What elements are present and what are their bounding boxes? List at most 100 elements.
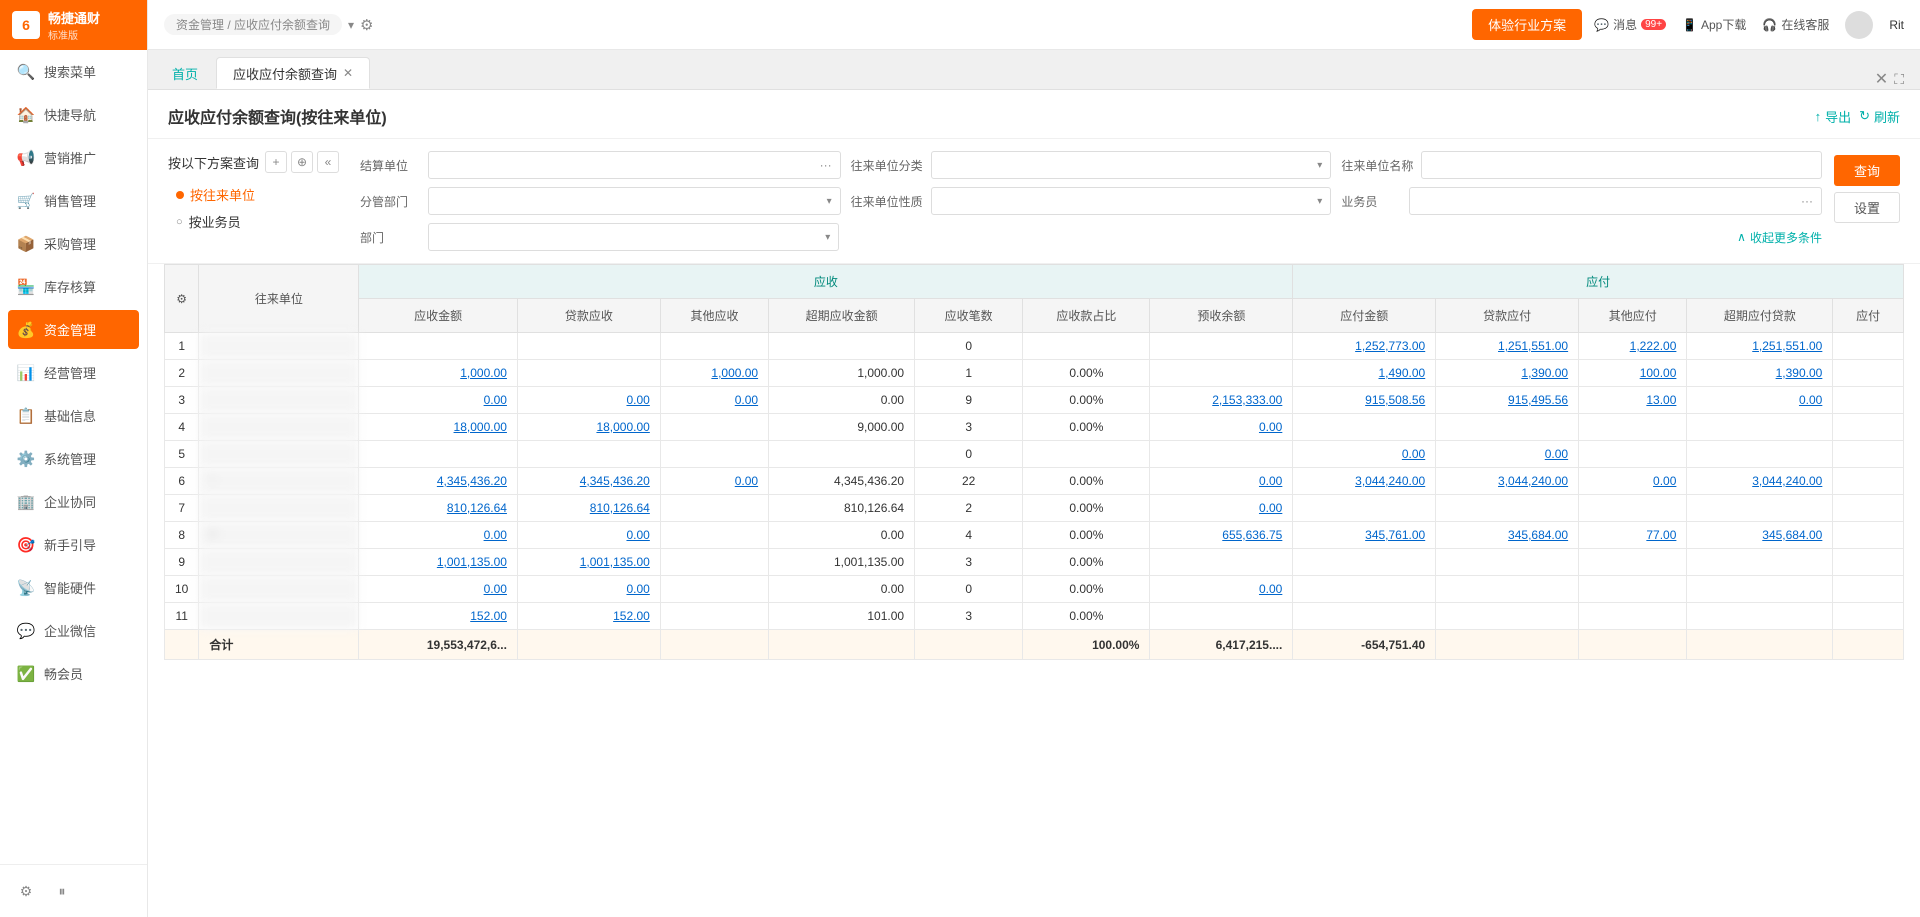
table-cell[interactable]: 0.00 bbox=[517, 576, 660, 603]
online-service-action[interactable]: 🎧 在线客服 bbox=[1762, 16, 1829, 33]
unit-category-input[interactable]: ▾ bbox=[931, 151, 1332, 179]
table-cell[interactable]: 18,000.00 bbox=[359, 414, 518, 441]
table-cell[interactable]: 4,345,436.20 bbox=[359, 468, 518, 495]
unit-name-input[interactable] bbox=[1421, 151, 1822, 179]
sidebar-item-finance[interactable]: 💰 资金管理 bbox=[8, 310, 139, 349]
trial-btn[interactable]: 体验行业方案 bbox=[1472, 9, 1582, 40]
table-cell[interactable]: 1,000.00 bbox=[359, 360, 518, 387]
sidebar-item-beginner[interactable]: 🎯 新手引导 bbox=[0, 523, 147, 566]
table-cell[interactable]: 1,390.00 bbox=[1687, 360, 1833, 387]
sidebar-item-system[interactable]: ⚙️ 系统管理 bbox=[0, 437, 147, 480]
notification-action[interactable]: 💬 消息 99+ bbox=[1594, 16, 1666, 33]
setting-btn[interactable]: 设置 bbox=[1834, 192, 1900, 223]
table-cell[interactable]: 810,126.64 bbox=[359, 495, 518, 522]
table-cell[interactable]: 0.00 bbox=[1579, 468, 1687, 495]
query-btn[interactable]: 查询 bbox=[1834, 155, 1900, 186]
table-cell[interactable]: 3,044,240.00 bbox=[1436, 468, 1579, 495]
table-cell[interactable]: 1,252,773.00 bbox=[1293, 333, 1436, 360]
table-cell[interactable]: 810,126.64 bbox=[517, 495, 660, 522]
sidebar-item-inventory[interactable]: 🏪 库存核算 bbox=[0, 265, 147, 308]
table-cell[interactable]: 2,153,333.00 bbox=[1150, 387, 1293, 414]
th-settings[interactable]: ⚙ bbox=[165, 265, 199, 333]
settlement-unit-input[interactable]: ··· bbox=[428, 151, 841, 179]
table-cell[interactable]: 345,684.00 bbox=[1687, 522, 1833, 549]
collapse-more-btn[interactable]: ∧ 收起更多条件 bbox=[1737, 229, 1822, 246]
table-cell[interactable]: 0.00 bbox=[660, 387, 768, 414]
settings-gear-icon[interactable]: ⚙ bbox=[360, 16, 373, 34]
tab-home[interactable]: 首页 bbox=[156, 57, 214, 89]
table-cell[interactable]: 0.00 bbox=[359, 522, 518, 549]
sidebar-item-smart-hw[interactable]: 📡 智能硬件 bbox=[0, 566, 147, 609]
unit-nature-input[interactable]: ▾ bbox=[931, 187, 1332, 215]
table-cell[interactable]: 77.00 bbox=[1579, 522, 1687, 549]
table-cell[interactable]: 915,495.56 bbox=[1436, 387, 1579, 414]
table-cell[interactable]: 0.00 bbox=[359, 387, 518, 414]
table-cell: 0.00% bbox=[1023, 549, 1150, 576]
table-cell[interactable]: 1,001,135.00 bbox=[517, 549, 660, 576]
sidebar-item-sales[interactable]: 🛒 销售管理 bbox=[0, 179, 147, 222]
filter-settings-btn[interactable]: ⊕ bbox=[291, 151, 313, 173]
table-cell[interactable]: 1,490.00 bbox=[1293, 360, 1436, 387]
filter-collapse-btn[interactable]: « bbox=[317, 151, 339, 173]
table-cell[interactable]: 1,251,551.00 bbox=[1436, 333, 1579, 360]
app-download-action[interactable]: 📱 App下载 bbox=[1682, 16, 1746, 33]
tab-balance-query[interactable]: 应收应付余额查询 ✕ bbox=[216, 57, 370, 89]
sidebar-collapse-btn[interactable]: ⏸ bbox=[48, 877, 76, 905]
sidebar-item-search-menu[interactable]: 🔍 搜索菜单 bbox=[0, 50, 147, 93]
table-cell[interactable]: 1,390.00 bbox=[1436, 360, 1579, 387]
sidebar-item-label: 经营管理 bbox=[44, 363, 96, 382]
filter-by-salesman[interactable]: ○ 按业务员 bbox=[168, 208, 348, 235]
table-cell[interactable]: 152.00 bbox=[517, 603, 660, 630]
tab-close-window-icon[interactable]: ✕ bbox=[1875, 69, 1888, 89]
table-cell[interactable]: 0.00 bbox=[660, 468, 768, 495]
table-cell[interactable]: 1,222.00 bbox=[1579, 333, 1687, 360]
dept-input[interactable]: ▾ bbox=[428, 223, 839, 251]
sidebar-item-quick-nav[interactable]: 🏠 快捷导航 bbox=[0, 93, 147, 136]
filter-by-unit[interactable]: 按往来单位 bbox=[168, 181, 348, 208]
salesman-input[interactable]: ··· bbox=[1409, 187, 1822, 215]
table-cell[interactable]: 18,000.00 bbox=[517, 414, 660, 441]
table-cell[interactable]: 0.00 bbox=[1436, 441, 1579, 468]
export-btn[interactable]: ↑ 导出 bbox=[1815, 107, 1852, 126]
table-cell[interactable]: 345,684.00 bbox=[1436, 522, 1579, 549]
sidebar-item-member[interactable]: ✅ 畅会员 bbox=[0, 652, 147, 695]
table-cell[interactable]: 13.00 bbox=[1579, 387, 1687, 414]
table-cell[interactable]: 3,044,240.00 bbox=[1687, 468, 1833, 495]
table-cell[interactable]: 100.00 bbox=[1579, 360, 1687, 387]
table-cell[interactable]: 152.00 bbox=[359, 603, 518, 630]
sidebar-item-basic-info[interactable]: 📋 基础信息 bbox=[0, 394, 147, 437]
table-cell[interactable]: 0.00 bbox=[1687, 387, 1833, 414]
table-cell[interactable]: 0.00 bbox=[1150, 576, 1293, 603]
footer-ratio: 100.00% bbox=[1023, 630, 1150, 660]
sidebar-item-marketing[interactable]: 📢 营销推广 bbox=[0, 136, 147, 179]
table-cell[interactable]: 0.00 bbox=[1293, 441, 1436, 468]
breadcrumb-chevron-icon[interactable]: ▾ bbox=[348, 18, 354, 32]
table-settings-icon[interactable]: ⚙ bbox=[176, 292, 187, 306]
table-cell[interactable]: 1,251,551.00 bbox=[1687, 333, 1833, 360]
table-cell[interactable]: 0.00 bbox=[359, 576, 518, 603]
table-cell[interactable]: 0.00 bbox=[517, 387, 660, 414]
sidebar-item-wechat[interactable]: 💬 企业微信 bbox=[0, 609, 147, 652]
table-cell[interactable]: 915,508.56 bbox=[1293, 387, 1436, 414]
tab-close-icon[interactable]: ✕ bbox=[343, 66, 353, 80]
sidebar-item-label: 基础信息 bbox=[44, 406, 96, 425]
table-cell[interactable]: 1,000.00 bbox=[660, 360, 768, 387]
table-cell[interactable]: 655,636.75 bbox=[1150, 522, 1293, 549]
sidebar-item-purchase[interactable]: 📦 采购管理 bbox=[0, 222, 147, 265]
sidebar-item-enterprise[interactable]: 🏢 企业协同 bbox=[0, 480, 147, 523]
dept-manager-input[interactable]: ▾ bbox=[428, 187, 841, 215]
tab-fullscreen-icon[interactable]: ⛶ bbox=[1894, 71, 1904, 88]
table-cell[interactable]: 3,044,240.00 bbox=[1293, 468, 1436, 495]
table-cell[interactable]: 345,761.00 bbox=[1293, 522, 1436, 549]
table-cell[interactable]: 0.00 bbox=[517, 522, 660, 549]
refresh-btn[interactable]: ↻ 刷新 bbox=[1859, 107, 1900, 126]
table-cell[interactable]: 0.00 bbox=[1150, 468, 1293, 495]
sidebar-item-operations[interactable]: 📊 经营管理 bbox=[0, 351, 147, 394]
add-filter-btn[interactable]: + bbox=[265, 151, 287, 173]
table-cell[interactable]: 1,001,135.00 bbox=[359, 549, 518, 576]
table-cell[interactable]: 0.00 bbox=[1150, 414, 1293, 441]
table-cell: 11 bbox=[165, 603, 199, 630]
sidebar-settings-btn[interactable]: ⚙ bbox=[12, 877, 40, 905]
table-cell[interactable]: 0.00 bbox=[1150, 495, 1293, 522]
table-cell[interactable]: 4,345,436.20 bbox=[517, 468, 660, 495]
